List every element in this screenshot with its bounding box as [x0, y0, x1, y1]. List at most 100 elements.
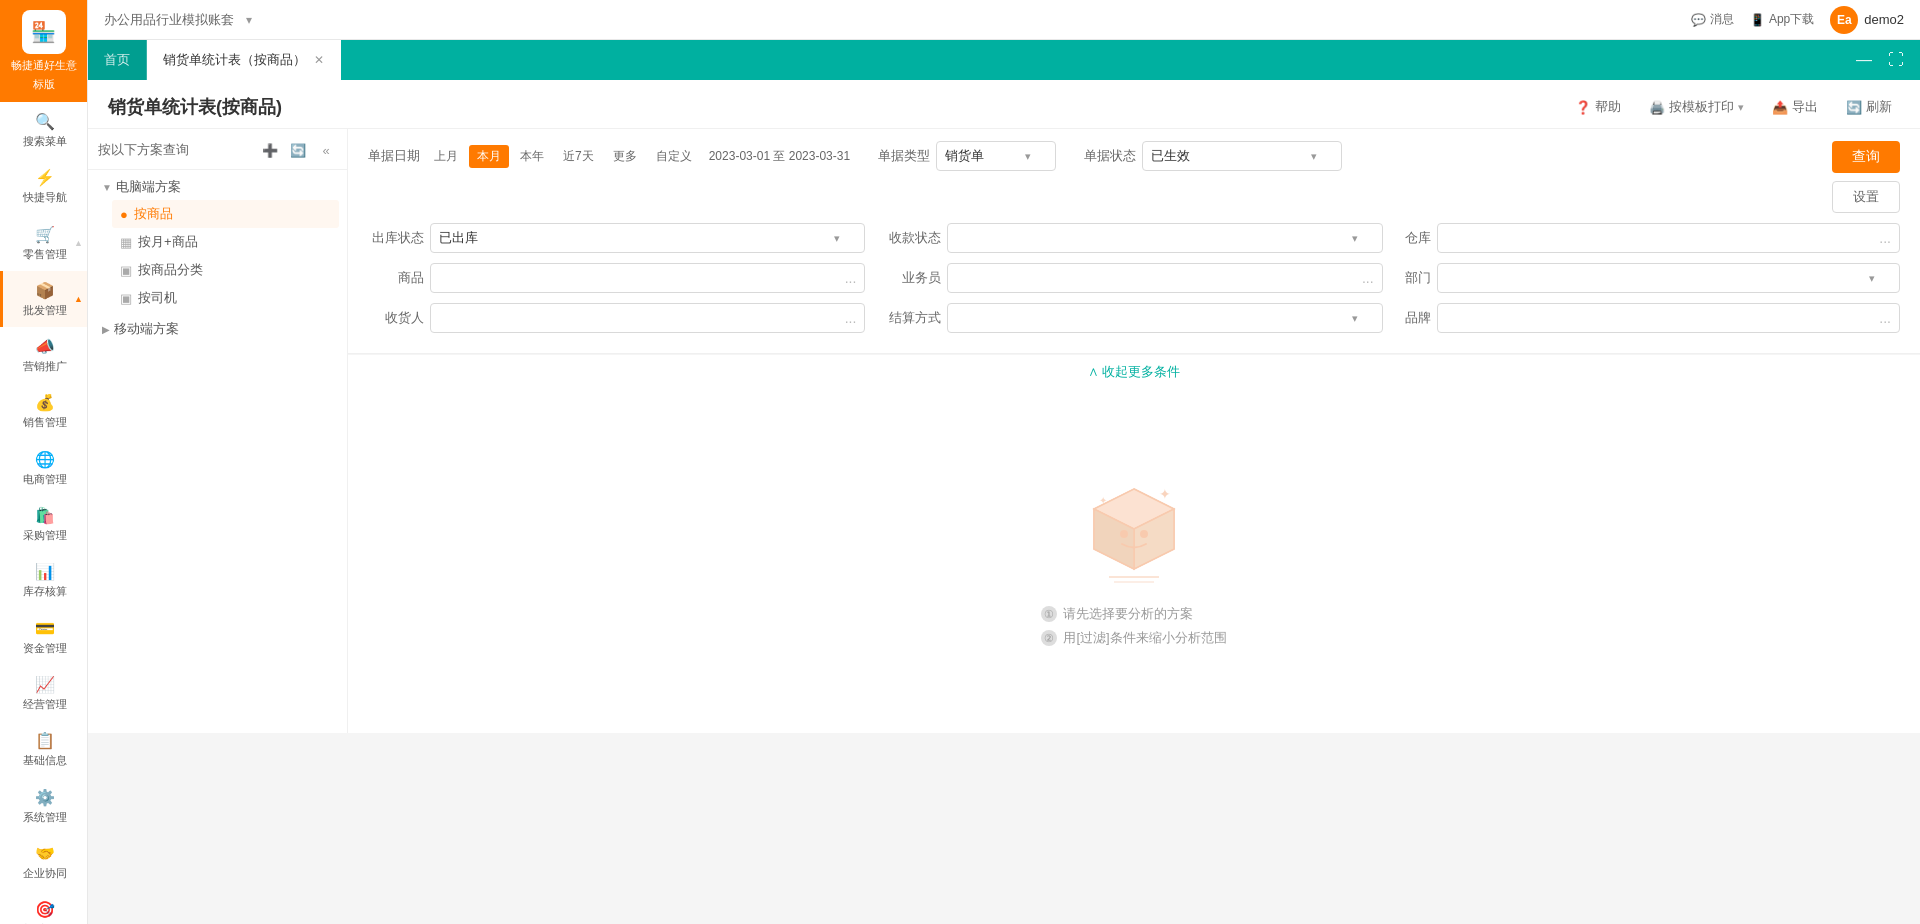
date-tab-last-month[interactable]: 上月 [426, 145, 466, 168]
tab-home[interactable]: 首页 [88, 40, 147, 80]
left-panel-title: 按以下方案查询 [98, 141, 253, 159]
sidebar-item-inventory[interactable]: 📊 库存核算 [0, 552, 87, 608]
goods-dots-button[interactable]: ... [841, 270, 861, 286]
search-icon: 🔍 [35, 112, 55, 131]
payment-method-select[interactable]: ▾ [947, 303, 1382, 333]
tabbar: 首页 销货单统计表（按商品） ✕ — ⛶ [88, 40, 1920, 80]
salesman-input[interactable]: ... [947, 263, 1382, 293]
purchase-icon: 🛍️ [35, 506, 55, 525]
topbar-right: 💬 消息 📱 App下载 Ea demo2 [1691, 6, 1904, 34]
sidebar-item-purchase[interactable]: 🛍️ 采购管理 [0, 496, 87, 552]
sidebar-item-inventory-label: 库存核算 [23, 584, 67, 598]
print-button[interactable]: 🖨️ 按模板打印 ▾ [1641, 94, 1752, 120]
tree-child-by-category-label: 按商品分类 [138, 261, 203, 279]
sidebar-item-marketing[interactable]: 📣 营销推广 [0, 327, 87, 383]
goods-input[interactable]: ... [430, 263, 865, 293]
tab-maximize-button[interactable]: ⛶ [1884, 47, 1908, 73]
tip-1-num: ① [1041, 606, 1057, 622]
brand-dots-button[interactable]: ... [1875, 310, 1895, 326]
brand-input[interactable]: ... [1437, 303, 1900, 333]
warehouse-dots-button[interactable]: ... [1875, 230, 1895, 246]
sidebar-item-basic-label: 基础信息 [23, 753, 67, 767]
date-tab-custom[interactable]: 自定义 [648, 145, 700, 168]
refresh-button[interactable]: 🔄 刷新 [1838, 94, 1900, 120]
tree-expand-icon-pc: ▼ [102, 182, 112, 193]
print-icon: 🖨️ [1649, 100, 1665, 115]
settings-button[interactable]: 设置 [1832, 181, 1900, 213]
sidebar-item-wholesale[interactable]: 📦 批发管理 ▲ [0, 271, 87, 327]
collapse-button[interactable]: ∧ 收起更多条件 [348, 354, 1920, 389]
category-scheme-icon: ▣ [120, 263, 132, 278]
date-tab-this-year[interactable]: 本年 [512, 145, 552, 168]
type-select[interactable]: 销货单 ▾ [936, 141, 1056, 171]
empty-tip-1: ① 请先选择要分析的方案 [1041, 605, 1226, 623]
collapse-panel-button[interactable]: « [315, 139, 337, 161]
sidebar-item-operation[interactable]: 📈 经营管理 [0, 665, 87, 721]
salesman-dots-button[interactable]: ... [1358, 270, 1378, 286]
tab-close-icon[interactable]: ✕ [314, 53, 324, 67]
sidebar-item-finance[interactable]: 💳 资金管理 [0, 609, 87, 665]
sidebar-item-quick-nav[interactable]: ⚡ 快捷导航 [0, 158, 87, 214]
edit-scheme-button[interactable]: 🔄 [287, 139, 309, 161]
date-tab-more[interactable]: 更多 [605, 145, 645, 168]
tree-parent-mobile[interactable]: ▶ 移动端方案 [96, 316, 339, 342]
sidebar-item-search[interactable]: 🔍 搜索菜单 [0, 102, 87, 158]
sidebar-item-basic[interactable]: 📋 基础信息 [0, 721, 87, 777]
date-tab-7days[interactable]: 近7天 [555, 145, 602, 168]
refresh-icon: 🔄 [1846, 100, 1862, 115]
tabbar-actions: — ⛶ [1852, 47, 1920, 73]
sidebar-item-enterprise[interactable]: 🤝 企业协同 [0, 834, 87, 890]
guide-icon: 🎯 [35, 900, 55, 919]
app-logo[interactable]: 🏪 畅捷通好生意 标版 [0, 0, 87, 102]
retail-icon: 🛒 [35, 225, 55, 244]
tab-minimize-button[interactable]: — [1852, 47, 1876, 73]
tree-child-by-goods[interactable]: ● 按商品 [112, 200, 339, 228]
refresh-label: 刷新 [1866, 98, 1892, 116]
filter-area: 单据日期 上月 本月 本年 近7天 更多 自定义 2023-03-01 至 20… [348, 129, 1920, 354]
tab-sales-stat[interactable]: 销货单统计表（按商品） ✕ [147, 40, 341, 80]
receiver-dots-button[interactable]: ... [841, 310, 861, 326]
topbar: 办公用品行业模拟账套 ▾ 💬 消息 📱 App下载 Ea demo2 [88, 0, 1920, 40]
tree-parent-pc-label: 电脑端方案 [116, 178, 181, 196]
sidebar-item-system[interactable]: ⚙️ 系统管理 [0, 778, 87, 834]
left-panel: 按以下方案查询 ➕ 🔄 « ▼ 电脑端方案 ● [88, 129, 348, 733]
tree-child-by-month-goods-label: 按月+商品 [138, 233, 198, 251]
sidebar-item-ecommerce[interactable]: 🌐 电商管理 [0, 440, 87, 496]
tree-parent-pc[interactable]: ▼ 电脑端方案 [96, 174, 339, 200]
sidebar-item-wholesale-label: 批发管理 [23, 303, 67, 317]
sidebar-item-guide[interactable]: 🎯 新手引导 [0, 890, 87, 924]
message-label: 消息 [1710, 11, 1734, 28]
sidebar-item-sales[interactable]: 💰 销售管理 [0, 383, 87, 439]
sidebar-item-retail[interactable]: 🛒 零售管理 ▲ [0, 215, 87, 271]
marketing-icon: 📣 [35, 337, 55, 356]
receiver-input[interactable]: ... [430, 303, 865, 333]
out-stock-select[interactable]: 已出库 ▾ [430, 223, 865, 253]
out-stock-value: 已出库 [439, 229, 478, 247]
payment-status-select[interactable]: ▾ [947, 223, 1382, 253]
date-range: 2023-03-01 至 2023-03-31 [709, 148, 850, 165]
query-button[interactable]: 查询 [1832, 141, 1900, 173]
payment-method-label: 结算方式 [885, 309, 941, 327]
tree-child-by-month-goods[interactable]: ▦ 按月+商品 [112, 228, 339, 256]
doc-status-select[interactable]: 已生效 ▾ [1142, 141, 1342, 171]
export-label: 导出 [1792, 98, 1818, 116]
tree-child-by-category[interactable]: ▣ 按商品分类 [112, 256, 339, 284]
app-download-button[interactable]: 📱 App下载 [1750, 11, 1814, 28]
type-label: 单据类型 [878, 147, 930, 165]
add-scheme-button[interactable]: ➕ [259, 139, 281, 161]
tree-child-by-driver[interactable]: ▣ 按司机 [112, 284, 339, 312]
mobile-icon: 📱 [1750, 13, 1765, 27]
dept-select[interactable]: ▾ [1437, 263, 1900, 293]
tip-2-text: 用[过滤]条件来缩小分析范围 [1063, 629, 1226, 647]
logo-icon: 🏪 [22, 10, 66, 54]
message-button[interactable]: 💬 消息 [1691, 11, 1734, 28]
message-icon: 💬 [1691, 13, 1706, 27]
help-button[interactable]: ❓ 帮助 [1567, 94, 1629, 120]
sidebar-item-finance-label: 资金管理 [23, 641, 67, 655]
export-button[interactable]: 📤 导出 [1764, 94, 1826, 120]
warehouse-input[interactable]: ... [1437, 223, 1900, 253]
payment-status-label: 收款状态 [885, 229, 941, 247]
help-icon: ❓ [1575, 100, 1591, 115]
user-menu[interactable]: Ea demo2 [1830, 6, 1904, 34]
date-tab-this-month[interactable]: 本月 [469, 145, 509, 168]
